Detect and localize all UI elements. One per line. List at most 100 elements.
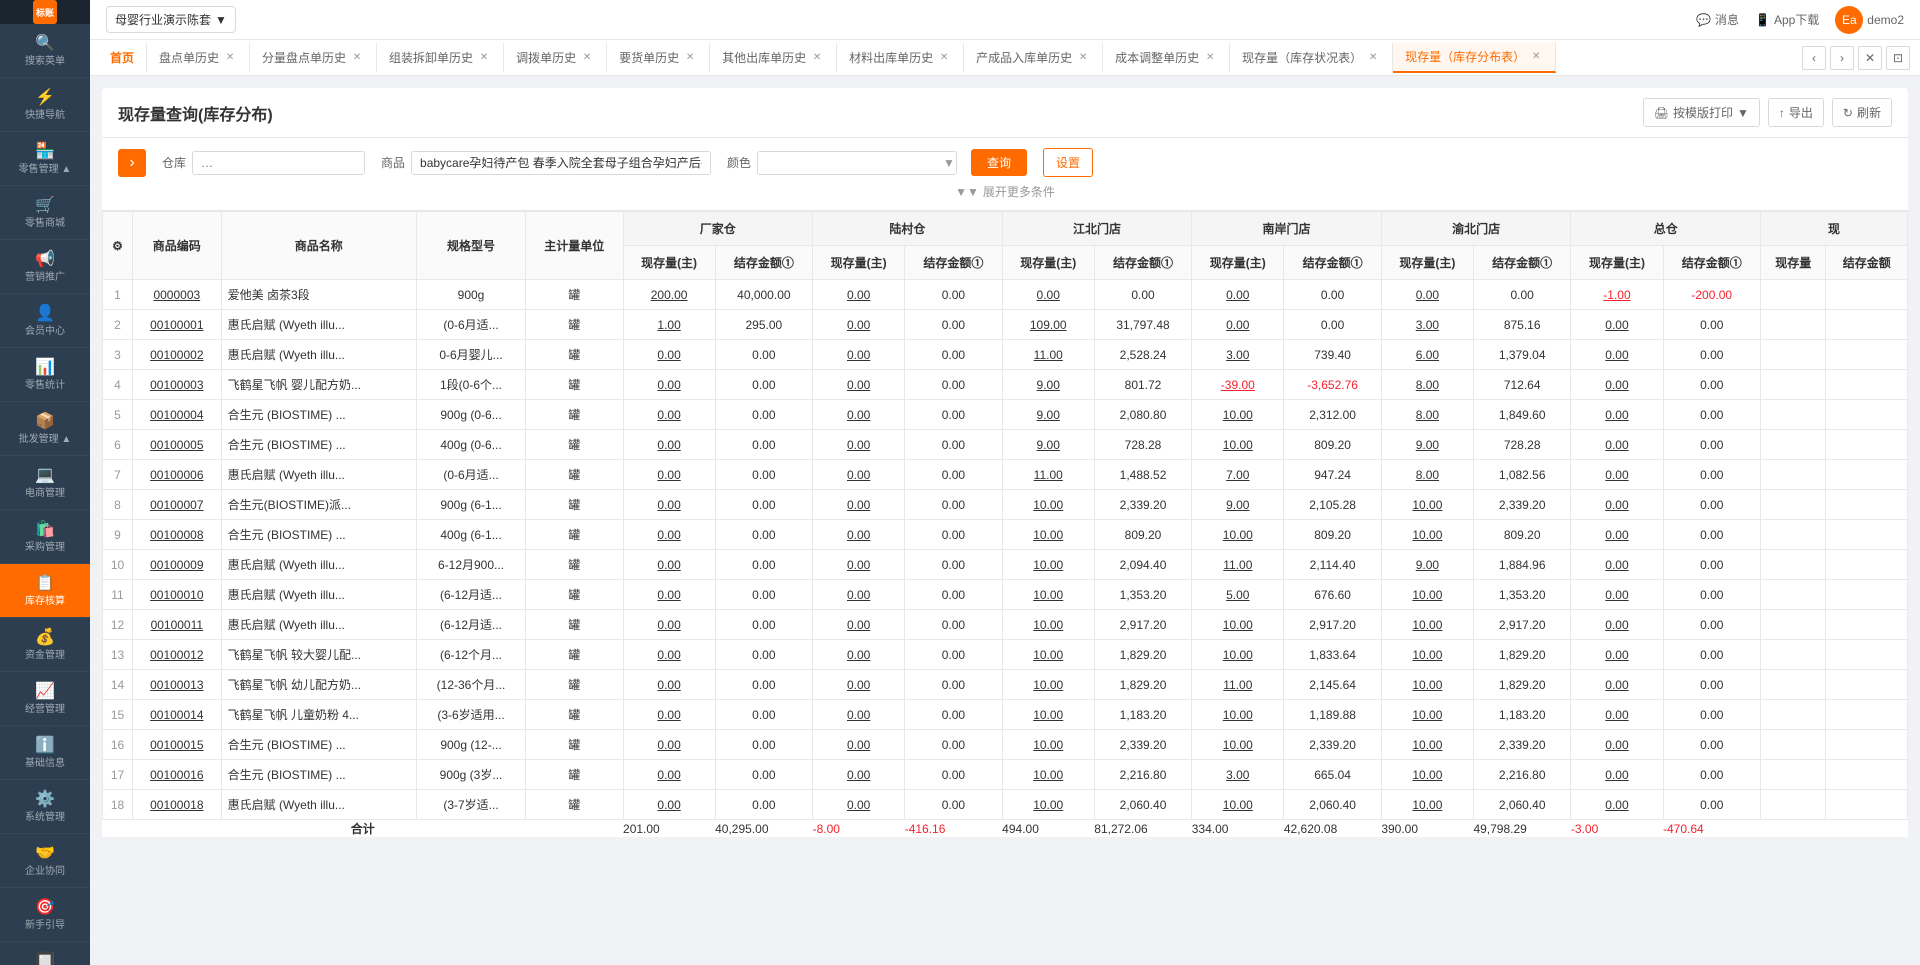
gear-header[interactable]: ⚙ <box>103 212 133 280</box>
row-jb-qty: 10.00 <box>1002 490 1094 520</box>
sidebar-icon: ℹ️ <box>35 735 55 755</box>
row-na-amt: 947.24 <box>1284 460 1381 490</box>
row-zc-amt: 0.00 <box>1663 490 1760 520</box>
row-na-qty: 10.00 <box>1192 730 1284 760</box>
sidebar-item-经营管理[interactable]: 📈经营管理 <box>0 672 90 726</box>
sidebar-item-营销推广[interactable]: 📢营销推广 <box>0 240 90 294</box>
sidebar-item-新手引导[interactable]: 🎯新手引导 <box>0 888 90 942</box>
row-jb-amt: 2,339.20 <box>1094 730 1191 760</box>
row-cur-qty <box>1760 790 1825 820</box>
row-no: 17 <box>103 760 133 790</box>
sidebar-item-企业协同[interactable]: 🤝企业协同 <box>0 834 90 888</box>
warehouse-input[interactable] <box>192 151 365 175</box>
nav-expand-btn[interactable]: ⊡ <box>1886 46 1910 70</box>
sidebar-item-系统管理[interactable]: ⚙️系统管理 <box>0 780 90 834</box>
tab-close-btn[interactable]: ✕ <box>580 51 594 65</box>
tab-close-btn[interactable]: ✕ <box>683 51 697 65</box>
row-jb-qty: 10.00 <box>1002 550 1094 580</box>
summary-label: 合计 <box>103 820 624 838</box>
table-row: 5 00100004 合生元 (BIOSTIME) ... 900g (0-6.… <box>103 400 1908 430</box>
row-na-qty: 10.00 <box>1192 640 1284 670</box>
tab-close-btn[interactable]: ✕ <box>937 51 951 65</box>
sidebar-item-搜索英单[interactable]: 🔍搜索英单 <box>0 24 90 78</box>
row-lc-qty: 0.00 <box>813 700 905 730</box>
nav-prev-btn[interactable]: ‹ <box>1802 46 1826 70</box>
row-na-amt: 2,060.40 <box>1284 790 1381 820</box>
row-no: 2 <box>103 310 133 340</box>
row-fj-qty: 0.00 <box>623 490 715 520</box>
nav-tab[interactable]: 其他出库单历史✕ <box>710 43 837 72</box>
row-zc-qty: 0.00 <box>1571 310 1663 340</box>
nav-tab[interactable]: 产成品入库单历史✕ <box>964 43 1103 72</box>
query-btn[interactable]: 查询 <box>971 149 1027 176</box>
store-selector[interactable]: 母婴行业演示陈套 ▼ <box>106 6 236 33</box>
row-lc-qty: 0.00 <box>813 640 905 670</box>
row-zc-amt: 0.00 <box>1663 550 1760 580</box>
tab-close-btn[interactable]: ✕ <box>1366 51 1380 65</box>
tab-close-btn[interactable]: ✕ <box>477 51 491 65</box>
tab-close-btn[interactable]: ✕ <box>350 51 364 65</box>
filter-expand-btn[interactable]: › <box>118 149 146 177</box>
sidebar-item-库存核算[interactable]: 📋库存核算 <box>0 564 90 618</box>
nav-tab[interactable]: 材料出库单历史✕ <box>837 43 964 72</box>
row-fj-amt: 0.00 <box>715 460 812 490</box>
row-cur-amt <box>1826 760 1908 790</box>
sidebar-item-零售统计[interactable]: 📊零售统计 <box>0 348 90 402</box>
top-bar-right: 💬 消息 📱 App下载 Ea demo2 <box>1696 6 1904 34</box>
nav-tab[interactable]: 首页 <box>98 43 147 72</box>
nav-tab[interactable]: 现存量（库存分布表）✕ <box>1393 42 1556 73</box>
sidebar-item-批发管理[interactable]: 📦批发管理 ▲ <box>0 402 90 456</box>
nav-tab-label: 组装拆卸单历史 <box>389 49 473 66</box>
sidebar-label: 会员中心 <box>25 325 65 338</box>
row-jb-amt: 1,353.20 <box>1094 580 1191 610</box>
table-row: 8 00100007 合生元(BIOSTIME)派... 900g (6-1..… <box>103 490 1908 520</box>
print-btn[interactable]: 🖨 按模版打印 ▼ <box>1643 98 1760 127</box>
nav-tab[interactable]: 盘点单历史✕ <box>147 43 250 72</box>
nav-tab[interactable]: 成本调整单历史✕ <box>1103 43 1230 72</box>
sidebar-item-会员中心[interactable]: 👤会员中心 <box>0 294 90 348</box>
row-fj-amt: 0.00 <box>715 610 812 640</box>
nav-tab[interactable]: 要货单历史✕ <box>607 43 710 72</box>
sidebar-item-快捷导航[interactable]: ⚡快捷导航 <box>0 78 90 132</box>
nav-tab[interactable]: 分量盘点单历史✕ <box>250 43 377 72</box>
goods-input[interactable] <box>411 151 711 175</box>
tab-close-btn[interactable]: ✕ <box>1076 51 1090 65</box>
expand-more-btn[interactable]: ▼▼ 展开更多条件 <box>955 183 1055 200</box>
store-selector-area: 母婴行业演示陈套 ▼ <box>106 6 236 33</box>
nav-next-btn[interactable]: › <box>1830 46 1854 70</box>
sidebar-item-资金管理[interactable]: 💰资金管理 <box>0 618 90 672</box>
row-lc-qty: 0.00 <box>813 400 905 430</box>
nav-tab[interactable]: 组装拆卸单历史 ✕ <box>377 43 504 72</box>
tab-close-btn[interactable]: ✕ <box>1529 50 1543 64</box>
color-input[interactable] <box>757 151 957 175</box>
row-no: 12 <box>103 610 133 640</box>
user-profile[interactable]: Ea demo2 <box>1835 6 1904 34</box>
sidebar-item-基础信息[interactable]: ℹ️基础信息 <box>0 726 90 780</box>
row-fj-qty: 0.00 <box>623 430 715 460</box>
sidebar-item-零售商城[interactable]: 🛒零售商城 <box>0 186 90 240</box>
sidebar-label: 企业协同 <box>25 865 65 878</box>
sidebar-item-采购管理[interactable]: 🛍️采购管理 <box>0 510 90 564</box>
message-btn[interactable]: 💬 消息 <box>1696 11 1739 28</box>
row-no: 13 <box>103 640 133 670</box>
row-spec: (6-12月适... <box>416 580 525 610</box>
row-fj-amt: 0.00 <box>715 760 812 790</box>
row-unit: 罐 <box>526 400 623 430</box>
yb-amt-header: 结存金额① <box>1473 246 1570 280</box>
sidebar-item-零售管理[interactable]: 🏪零售管理 ▲ <box>0 132 90 186</box>
setting-btn[interactable]: 设置 <box>1043 148 1093 177</box>
export-btn[interactable]: ↑ 导出 <box>1768 98 1824 127</box>
tab-close-btn[interactable]: ✕ <box>1203 51 1217 65</box>
nav-tab[interactable]: 现存量（库存状况表）✕ <box>1230 43 1393 72</box>
tab-close-btn[interactable]: ✕ <box>223 51 237 65</box>
row-jb-amt: 2,216.80 <box>1094 760 1191 790</box>
tab-close-btn[interactable]: ✕ <box>810 51 824 65</box>
nav-close-btn[interactable]: ✕ <box>1858 46 1882 70</box>
nav-tab[interactable]: 调拨单历史✕ <box>504 43 607 72</box>
app-download-btn[interactable]: 📱 App下载 <box>1755 11 1819 28</box>
sidebar-item-应用中心[interactable]: 🔲应用中心 <box>0 942 90 965</box>
row-yb-qty: 10.00 <box>1381 730 1473 760</box>
refresh-btn[interactable]: ↻ 刷新 <box>1832 98 1892 127</box>
sidebar-item-电商管理[interactable]: 💻电商管理 <box>0 456 90 510</box>
row-name: 惠氏启赋 (Wyeth illu... <box>221 460 416 490</box>
